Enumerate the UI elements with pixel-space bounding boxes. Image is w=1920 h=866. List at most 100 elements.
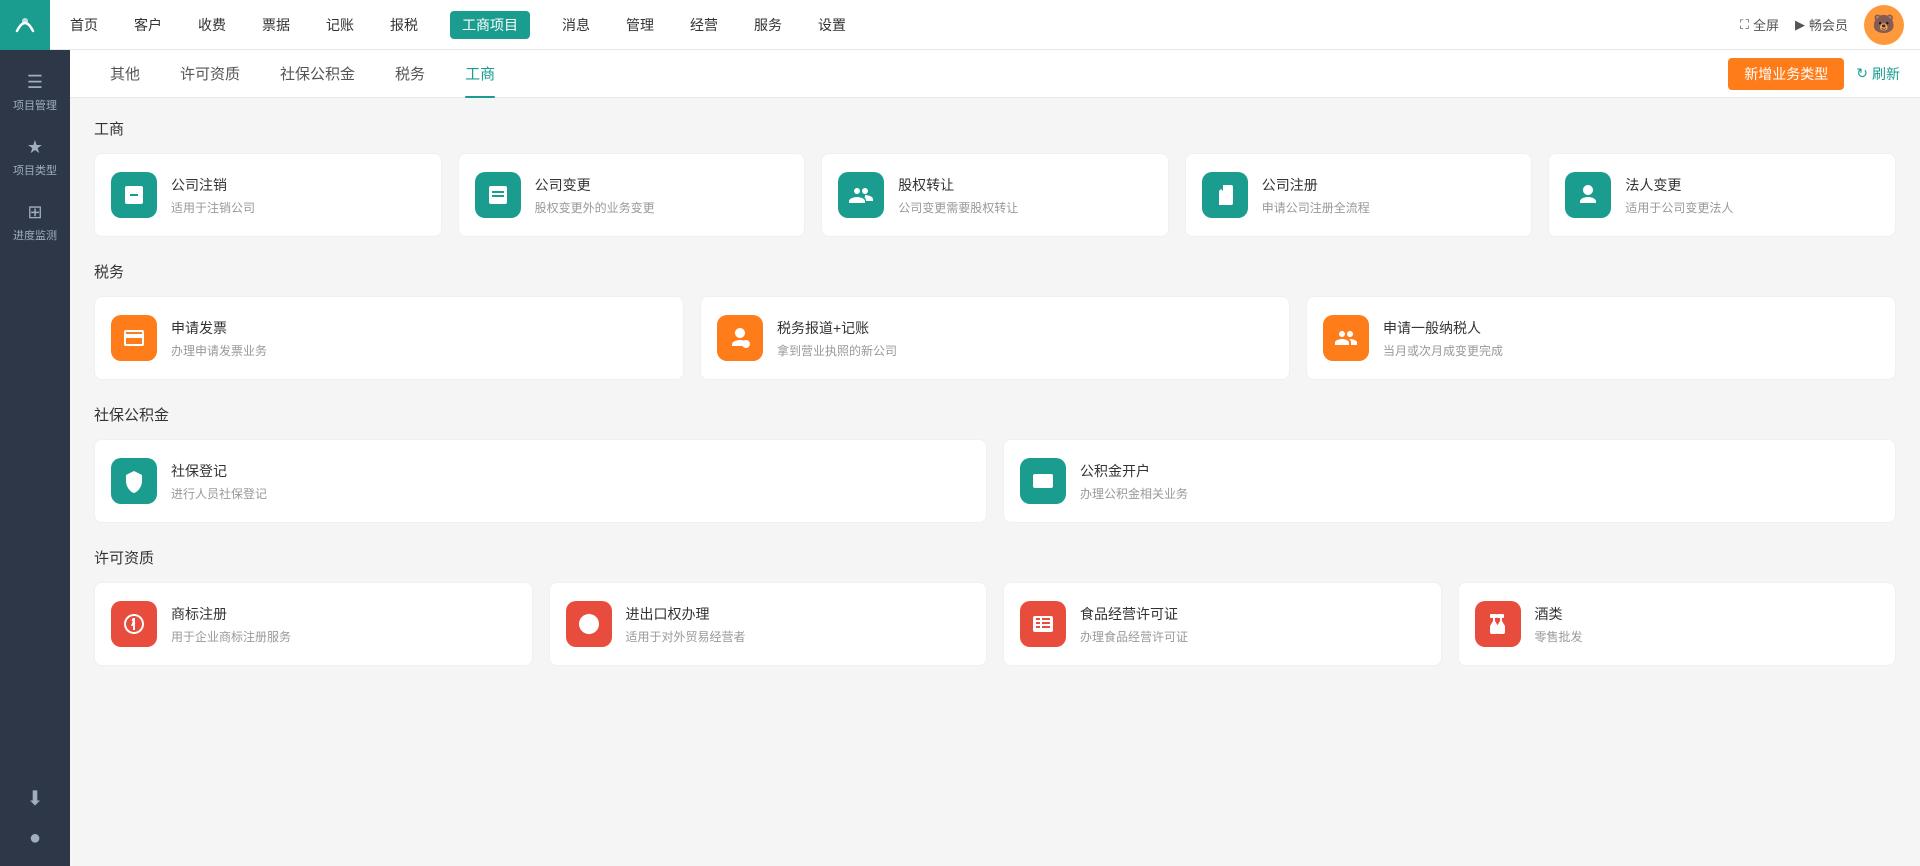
card-import-export[interactable]: 进出口权办理适用于对外贸易经营者 [549,582,988,666]
card-title: 税务报道+记账 [777,318,1273,338]
section-title: 许可资质 [94,547,1896,568]
star-icon: ★ [27,137,43,158]
sidebar-item-project-management[interactable]: ☰ 项目管理 [0,60,70,125]
card-desc: 拿到营业执照的新公司 [777,342,1273,359]
card-company-change[interactable]: 公司变更股权变更外的业务变更 [458,153,806,237]
sub-tab-其他[interactable]: 其他 [90,50,160,98]
card-info: 社保登记进行人员社保登记 [171,461,970,502]
circle-icon[interactable]: ● [29,827,41,850]
nav-item-首页[interactable]: 首页 [66,15,102,35]
section-许可资质: 许可资质商标注册用于企业商标注册服务 进出口权办理适用于对外贸易经营者 食品经营许可… [94,547,1896,666]
content-area: 其他许可资质社保公积金税务工商 新增业务类型 ↻ 刷新 工商公司注销适用于注销公… [70,50,1920,866]
card-food-license[interactable]: 食品经营许可证办理食品经营许可证 [1003,582,1442,666]
play-icon: ▶ [1795,17,1805,33]
card-info: 公积金开户办理公积金相关业务 [1080,461,1879,502]
alcohol-icon [1475,601,1521,647]
card-info: 公司变更股权变更外的业务变更 [535,175,789,216]
trademark-icon [111,601,157,647]
card-info: 申请发票办理申请发票业务 [171,318,667,359]
card-info: 食品经营许可证办理食品经营许可证 [1080,604,1425,645]
nav-item-报税[interactable]: 报税 [386,15,422,35]
card-social-security[interactable]: 社保登记进行人员社保登记 [94,439,987,523]
card-info: 公司注销适用于注销公司 [171,175,425,216]
tax-report-icon: + [717,315,763,361]
fullscreen-icon: ⛶ [1740,17,1749,33]
refresh-button[interactable]: ↻ 刷新 [1856,64,1900,84]
sidebar-item-project-type[interactable]: ★ 项目类型 [0,125,70,190]
add-business-type-button[interactable]: 新增业务类型 [1728,58,1844,90]
card-info: 公司注册申请公司注册全流程 [1262,175,1516,216]
card-desc: 股权变更外的业务变更 [535,199,789,216]
card-info: 进出口权办理适用于对外贸易经营者 [626,604,971,645]
card-info: 法人变更适用于公司变更法人 [1625,175,1879,216]
nav-item-服务[interactable]: 服务 [750,15,786,35]
download-icon[interactable]: ⬇ [27,786,44,811]
section-title: 工商 [94,118,1896,139]
nav-item-工商项目[interactable]: 工商项目 [450,11,530,39]
nav-right: ⛶ 全屏 ▶ 畅会员 🐻 [1740,5,1904,45]
svg-text:+: + [744,343,748,349]
sidebar-bottom: ⬇ ● [27,786,44,866]
nav-item-收费[interactable]: 收费 [194,15,230,35]
card-info: 税务报道+记账拿到营业执照的新公司 [777,318,1273,359]
card-alcohol[interactable]: 酒类零售批发 [1458,582,1897,666]
sub-tab-工商[interactable]: 工商 [445,50,515,98]
top-navigation: 首页 客户 收费 票据 记账 报税 工商项目 消息 管理 经营 服务 设置 ⛶ 全屏 ▶ 畅会员 🐻 [0,0,1920,50]
sub-tab-税务[interactable]: 税务 [375,50,445,98]
card-company-register[interactable]: 公司注册申请公司注册全流程 [1185,153,1533,237]
card-desc: 进行人员社保登记 [171,485,970,502]
card-company-cancel[interactable]: 公司注销适用于注销公司 [94,153,442,237]
card-title: 商标注册 [171,604,516,624]
nav-menu: 首页 客户 收费 票据 记账 报税 工商项目 消息 管理 经营 服务 设置 [66,11,1740,39]
card-title: 公司变更 [535,175,789,195]
card-info: 申请一般纳税人当月或次月成变更完成 [1383,318,1879,359]
card-desc: 办理食品经营许可证 [1080,628,1425,645]
vip-btn[interactable]: ▶ 畅会员 [1795,15,1848,34]
card-desc: 用于企业商标注册服务 [171,628,516,645]
card-desc: 办理公积金相关业务 [1080,485,1879,502]
card-fund[interactable]: 公积金开户办理公积金相关业务 [1003,439,1896,523]
content-scroll: 工商公司注销适用于注销公司 公司变更股权变更外的业务变更 股权转让公司变更需要股权转… [70,98,1920,866]
food-license-icon [1020,601,1066,647]
card-title: 股权转让 [898,175,1152,195]
card-info: 股权转让公司变更需要股权转让 [898,175,1152,216]
sidebar-item-progress-monitor[interactable]: ⊞ 进度监测 [0,190,70,255]
social-security-icon [111,458,157,504]
nav-item-经营[interactable]: 经营 [686,15,722,35]
card-title: 食品经营许可证 [1080,604,1425,624]
grid-icon: ⊞ [27,202,42,223]
fullscreen-btn[interactable]: ⛶ 全屏 [1740,15,1779,34]
sidebar: ☰ 项目管理 ★ 项目类型 ⊞ 进度监测 ⬇ ● [0,50,70,866]
section-社保公积金: 社保公积金社保登记进行人员社保登记公积金开户办理公积金相关业务 [94,404,1896,523]
card-legal-person[interactable]: 法人变更适用于公司变更法人 [1548,153,1896,237]
nav-item-票据[interactable]: 票据 [258,15,294,35]
tax-person-icon [1323,315,1369,361]
fund-icon [1020,458,1066,504]
sub-tab-社保公积金[interactable]: 社保公积金 [260,50,375,98]
card-desc: 适用于公司变更法人 [1625,199,1879,216]
main-layout: ☰ 项目管理 ★ 项目类型 ⊞ 进度监测 ⬇ ● 其他许可资质社保公积金税务工商… [0,50,1920,866]
nav-item-消息[interactable]: 消息 [558,15,594,35]
sub-tab-许可资质[interactable]: 许可资质 [160,50,260,98]
refresh-icon: ↻ [1856,65,1868,82]
card-invoice[interactable]: 申请发票办理申请发票业务 [94,296,684,380]
invoice-icon [111,315,157,361]
card-desc: 适用于对外贸易经营者 [626,628,971,645]
nav-item-管理[interactable]: 管理 [622,15,658,35]
import-export-icon [566,601,612,647]
nav-item-记账[interactable]: 记账 [322,15,358,35]
card-tax-report[interactable]: + 税务报道+记账拿到营业执照的新公司 [700,296,1290,380]
card-desc: 零售批发 [1535,628,1880,645]
sidebar-item-label: 项目类型 [13,162,57,178]
card-equity[interactable]: 股权转让公司变更需要股权转让 [821,153,1169,237]
legal-person-icon [1565,172,1611,218]
mascot-avatar: 🐻 [1864,5,1904,45]
card-title: 法人变更 [1625,175,1879,195]
card-trademark[interactable]: 商标注册用于企业商标注册服务 [94,582,533,666]
nav-item-设置[interactable]: 设置 [814,15,850,35]
card-desc: 适用于注销公司 [171,199,425,216]
card-tax-person[interactable]: 申请一般纳税人当月或次月成变更完成 [1306,296,1896,380]
card-desc: 当月或次月成变更完成 [1383,342,1879,359]
sub-tabs-bar: 其他许可资质社保公积金税务工商 新增业务类型 ↻ 刷新 [70,50,1920,98]
nav-item-客户[interactable]: 客户 [130,15,166,35]
